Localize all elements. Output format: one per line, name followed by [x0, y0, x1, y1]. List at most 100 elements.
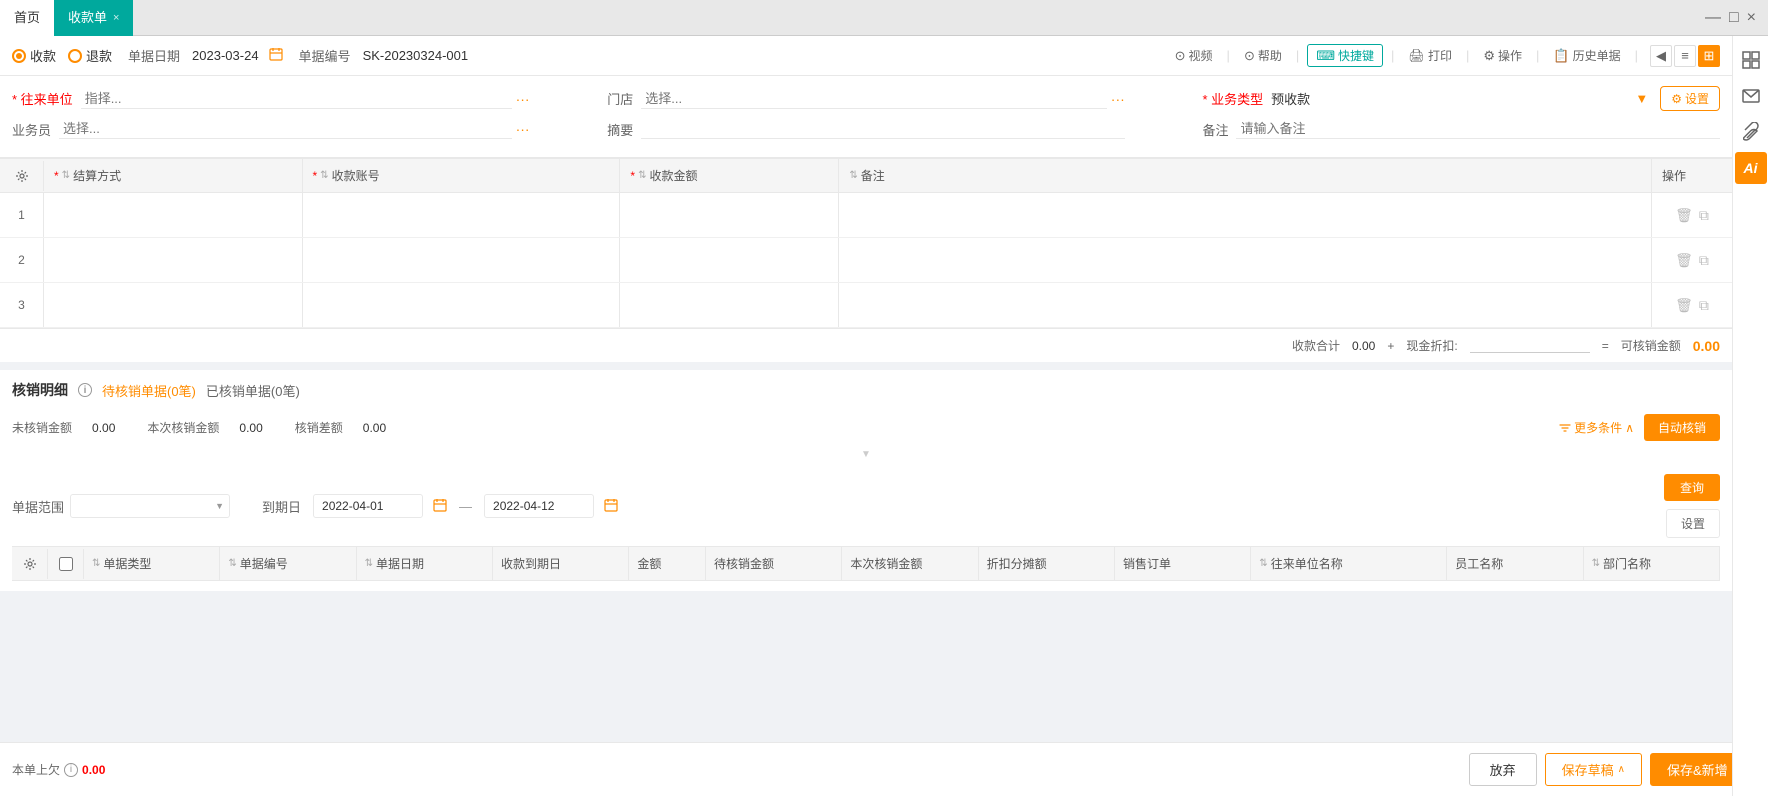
- credit-info-icon[interactable]: i: [64, 763, 78, 777]
- refund-radio[interactable]: 退款: [68, 46, 112, 65]
- row-3-amount[interactable]: [620, 283, 839, 327]
- minimize-button[interactable]: —: [1705, 9, 1721, 27]
- partner-more-button[interactable]: ···: [516, 91, 530, 107]
- help-button[interactable]: ⊙ 帮助: [1238, 45, 1288, 66]
- window-controls: — □ ×: [1705, 9, 1768, 27]
- completed-tab[interactable]: 已核销单据(0笔): [206, 381, 300, 400]
- print-button[interactable]: 🖨 打印: [1402, 45, 1458, 66]
- date-from-input[interactable]: [313, 494, 423, 518]
- tab-receipt[interactable]: 收款单 ×: [54, 0, 133, 36]
- settlement-sort-icon: ⇅: [62, 170, 70, 181]
- row-3-account[interactable]: [303, 283, 621, 327]
- tab-close-icon[interactable]: ×: [113, 0, 119, 36]
- row-1-delete-icon[interactable]: 🗑: [1675, 207, 1693, 224]
- bth-checkbox[interactable]: [48, 549, 84, 579]
- bth-settings[interactable]: [12, 549, 48, 579]
- hexiao-title-row: 核销明细 i 待核销单据(0笔) 已核销单据(0笔): [12, 380, 1720, 400]
- date-to-calendar-icon[interactable]: [604, 498, 618, 515]
- history-icon: 📋: [1553, 48, 1569, 64]
- business-type-dropdown[interactable]: ▼: [1635, 91, 1648, 106]
- prev-page-button[interactable]: ◀: [1650, 45, 1672, 67]
- ai-label: Ai: [1744, 160, 1758, 176]
- row-2-ops: 🗑 ⧉: [1652, 252, 1732, 269]
- hexiao-info-icon[interactable]: i: [78, 383, 92, 397]
- unclaimed-value: 0.00: [92, 421, 115, 435]
- sidebar-table-icon[interactable]: [1735, 44, 1767, 76]
- row-1-remark[interactable]: [839, 193, 1652, 237]
- amount-sort-icon: ⇅: [638, 170, 646, 181]
- available-value: 0.00: [1693, 338, 1720, 354]
- abstract-label: 摘要: [607, 120, 633, 139]
- receipt-type-radio-group: 收款 退款: [12, 46, 112, 65]
- bth-discount: 折扣分摊额: [979, 547, 1115, 580]
- row-2-account[interactable]: [303, 238, 621, 282]
- print-icon: 🖨: [1408, 48, 1425, 64]
- row-1-amount[interactable]: [620, 193, 839, 237]
- row-3-settlement[interactable]: [44, 283, 303, 327]
- row-1-account[interactable]: [303, 193, 621, 237]
- tab-home[interactable]: 首页: [0, 0, 54, 36]
- settings-button[interactable]: ⚙ 设置: [1660, 86, 1720, 111]
- operation-button[interactable]: ⚙ 操作: [1477, 45, 1528, 66]
- sidebar-ai-button[interactable]: Ai: [1735, 152, 1767, 184]
- row-1-settlement[interactable]: [44, 193, 303, 237]
- table-header: ⇅ 结算方式 ⇅ 收款账号 ⇅ 收款金额 ⇅ 备注 操作: [0, 158, 1732, 193]
- list-view-button[interactable]: ≡: [1674, 45, 1696, 67]
- top-toolbar: 收款 退款 单据日期 2023-03-24 单据编号 SK-20230324-0…: [0, 36, 1732, 76]
- more-conditions-button[interactable]: 更多条件 ∧: [1559, 419, 1634, 436]
- row-2-settlement[interactable]: [44, 238, 303, 282]
- remark-label: 备注: [1202, 120, 1228, 139]
- remark-sort-icon: ⇅: [849, 170, 857, 181]
- maximize-button[interactable]: □: [1729, 9, 1739, 27]
- row-2-delete-icon[interactable]: 🗑: [1675, 252, 1693, 269]
- range-select[interactable]: [70, 494, 230, 518]
- auto-hexiao-button[interactable]: 自动核销: [1644, 414, 1720, 441]
- receipt-radio[interactable]: 收款: [12, 46, 56, 65]
- range-select-wrapper: [70, 494, 230, 518]
- row-3-delete-icon[interactable]: 🗑: [1675, 297, 1693, 314]
- salesperson-input[interactable]: [59, 119, 512, 139]
- row-2-amount[interactable]: [620, 238, 839, 282]
- th-settings[interactable]: [0, 161, 44, 191]
- sidebar-email-icon[interactable]: [1735, 80, 1767, 112]
- row-2-remark[interactable]: [839, 238, 1652, 282]
- bth-employee-name: 员工名称: [1447, 547, 1583, 580]
- discount-input[interactable]: [1470, 338, 1590, 353]
- date-to-input[interactable]: [484, 494, 594, 518]
- shortcut-button[interactable]: ⌨ 快捷键: [1307, 44, 1383, 67]
- row-3-remark[interactable]: [839, 283, 1652, 327]
- business-type-label: 业务类型: [1202, 89, 1263, 108]
- history-button[interactable]: 📋 历史单据: [1547, 45, 1626, 66]
- save-draft-button[interactable]: 保存草稿 ∧: [1545, 753, 1642, 786]
- operation-icon: ⚙: [1483, 48, 1495, 64]
- abstract-field: 摘要: [607, 119, 1125, 139]
- sidebar-attach-icon[interactable]: [1735, 116, 1767, 148]
- bottom-actions: 放弃 保存草稿 ∧ 保存&新增 ∧: [1469, 753, 1756, 786]
- abstract-input[interactable]: [641, 119, 1125, 139]
- hexiao-settings-button[interactable]: 设置: [1666, 509, 1720, 538]
- abandon-button[interactable]: 放弃: [1469, 753, 1537, 786]
- row-1-copy-icon[interactable]: ⧉: [1699, 207, 1709, 224]
- pending-tab[interactable]: 待核销单据(0笔): [102, 381, 196, 400]
- salesperson-more-button[interactable]: ···: [516, 121, 530, 137]
- bth-partner-name: ⇅ 往来单位名称: [1251, 547, 1447, 580]
- store-input[interactable]: [641, 89, 1107, 109]
- number-value: SK-20230324-001: [363, 48, 469, 63]
- business-type-value: 预收款: [1271, 89, 1631, 108]
- video-button[interactable]: ⊙ 视频: [1169, 45, 1219, 66]
- query-button[interactable]: 查询: [1664, 474, 1720, 501]
- date-calendar-icon[interactable]: [269, 47, 283, 64]
- select-all-checkbox[interactable]: [59, 557, 73, 571]
- remark-input[interactable]: [1236, 119, 1720, 139]
- bth-type: ⇅ 单据类型: [84, 547, 220, 580]
- row-2-num: 2: [0, 238, 44, 282]
- window-close-button[interactable]: ×: [1747, 9, 1756, 27]
- row-2-copy-icon[interactable]: ⧉: [1699, 252, 1709, 269]
- store-more-button[interactable]: ···: [1111, 91, 1125, 107]
- row-3-copy-icon[interactable]: ⧉: [1699, 297, 1709, 314]
- bth-sales-order: 销售订单: [1115, 547, 1251, 580]
- partner-input[interactable]: [81, 89, 512, 109]
- date-from-calendar-icon[interactable]: [433, 498, 447, 515]
- bth-dept-name: ⇅ 部门名称: [1584, 547, 1720, 580]
- grid-view-button[interactable]: ⊞: [1698, 45, 1720, 67]
